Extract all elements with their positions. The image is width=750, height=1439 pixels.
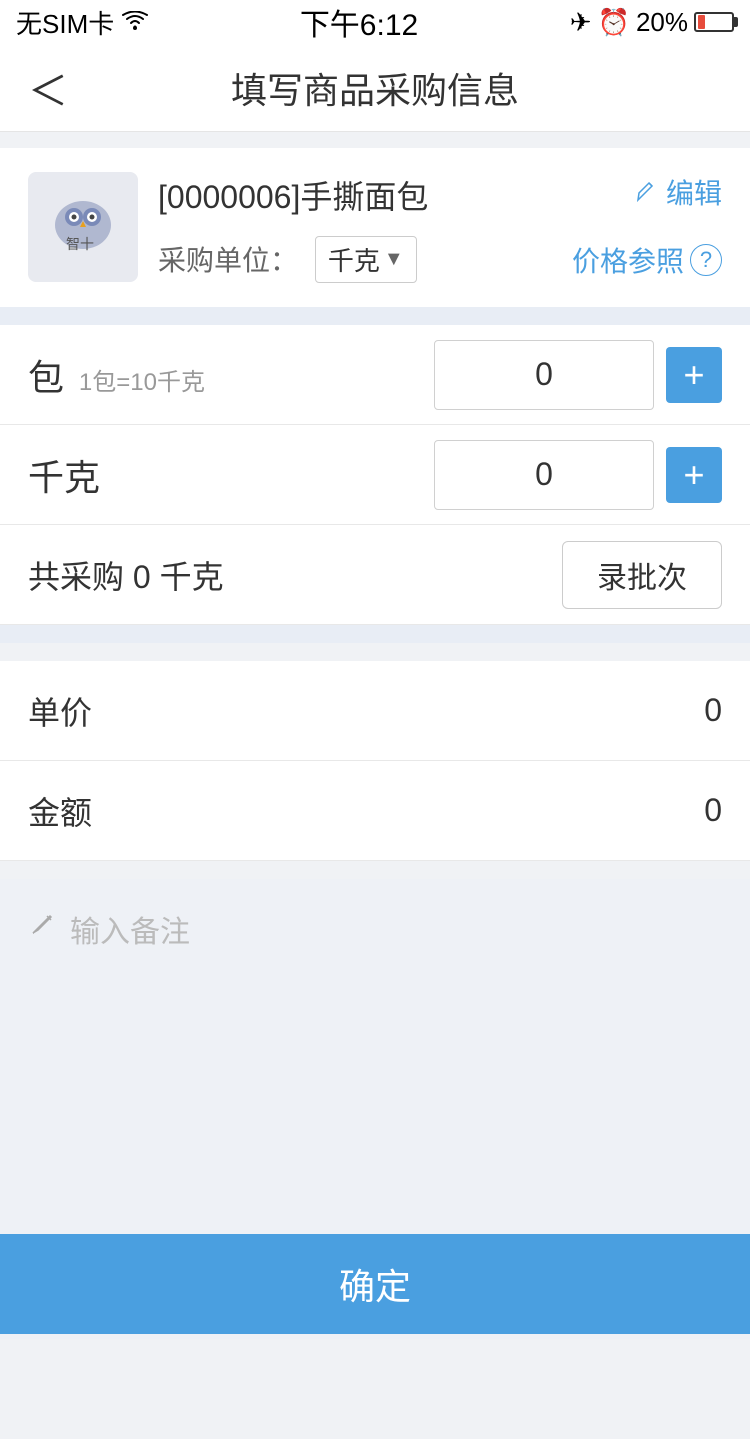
amount-row: 金额 0 [0, 761, 750, 861]
status-right: ✈ ⏰ 20% [570, 7, 734, 38]
back-button[interactable]: ＜ [28, 59, 68, 117]
note-section[interactable]: 输入备注 [0, 879, 750, 979]
amount-label: 金额 [28, 788, 92, 834]
location-icon: ✈ [570, 7, 592, 38]
pack-input[interactable]: 0 [434, 340, 654, 410]
unit-price-value: 0 [704, 692, 722, 729]
battery-percent: 20% [636, 7, 688, 38]
edit-button[interactable]: 编辑 [634, 172, 722, 212]
pack-label: 包 [28, 357, 64, 398]
summary-text: 共采购 0 千克 [28, 552, 224, 598]
battery-icon [694, 12, 734, 32]
input-section: 包 1包=10千克 0 + 千克 0 + 共采购 [0, 325, 750, 625]
kg-input-row: 千克 0 + [0, 425, 750, 525]
unit-price-label: 单价 [28, 688, 92, 734]
summary-row: 共采购 0 千克 录批次 [0, 525, 750, 625]
purchase-unit-container: 采购单位： 千克 ▼ [158, 236, 417, 283]
unit-selector[interactable]: 千克 ▼ [315, 236, 417, 283]
svg-text:智十: 智十 [66, 236, 94, 252]
page-title: 填写商品采购信息 [231, 62, 519, 114]
edit-label: 编辑 [666, 172, 722, 212]
unit-price-row: 单价 0 [0, 661, 750, 761]
confirm-button[interactable]: 确定 [0, 1234, 750, 1334]
product-name: [0000006]手撕面包 [158, 172, 428, 218]
price-ref-help-icon: ? [690, 244, 722, 276]
kg-label: 千克 [28, 457, 100, 498]
alarm-icon: ⏰ [598, 7, 630, 38]
price-ref-label: 价格参照 [572, 240, 684, 280]
kg-plus-button[interactable]: + [666, 447, 722, 503]
batch-button[interactable]: 录批次 [562, 541, 722, 609]
unit-dropdown-arrow: ▼ [384, 248, 404, 271]
pack-plus-button[interactable]: + [666, 347, 722, 403]
price-section: 单价 0 金额 0 [0, 661, 750, 861]
status-bar: 无SIM卡 下午6:12 ✈ ⏰ 20% [0, 0, 750, 44]
wifi-icon [122, 7, 148, 38]
pencil-icon [28, 911, 56, 947]
pack-input-row: 包 1包=10千克 0 + [0, 325, 750, 425]
section-divider-2 [0, 625, 750, 643]
note-placeholder: 输入备注 [70, 907, 190, 951]
product-card: 智十 [0000006]手撕面包 编辑 采购单位： [0, 148, 750, 307]
product-thumbnail: 智十 [28, 172, 138, 282]
section-divider-1 [0, 307, 750, 325]
unit-value: 千克 [328, 241, 380, 278]
confirm-label: 确定 [339, 1258, 411, 1310]
nav-bar: ＜ 填写商品采购信息 [0, 44, 750, 132]
price-reference-btn[interactable]: 价格参照 ? [572, 240, 722, 280]
pack-sublabel: 1包=10千克 [79, 369, 205, 396]
product-info: [0000006]手撕面包 编辑 采购单位： 千克 ▼ [158, 172, 722, 283]
status-time: 下午6:12 [300, 0, 418, 44]
product-logo: 智十 [48, 187, 118, 267]
amount-value: 0 [704, 792, 722, 829]
carrier-label: 无SIM卡 [16, 4, 114, 41]
status-left: 无SIM卡 [16, 4, 148, 41]
kg-input[interactable]: 0 [434, 440, 654, 510]
purchase-unit-label: 采购单位： [158, 245, 298, 276]
